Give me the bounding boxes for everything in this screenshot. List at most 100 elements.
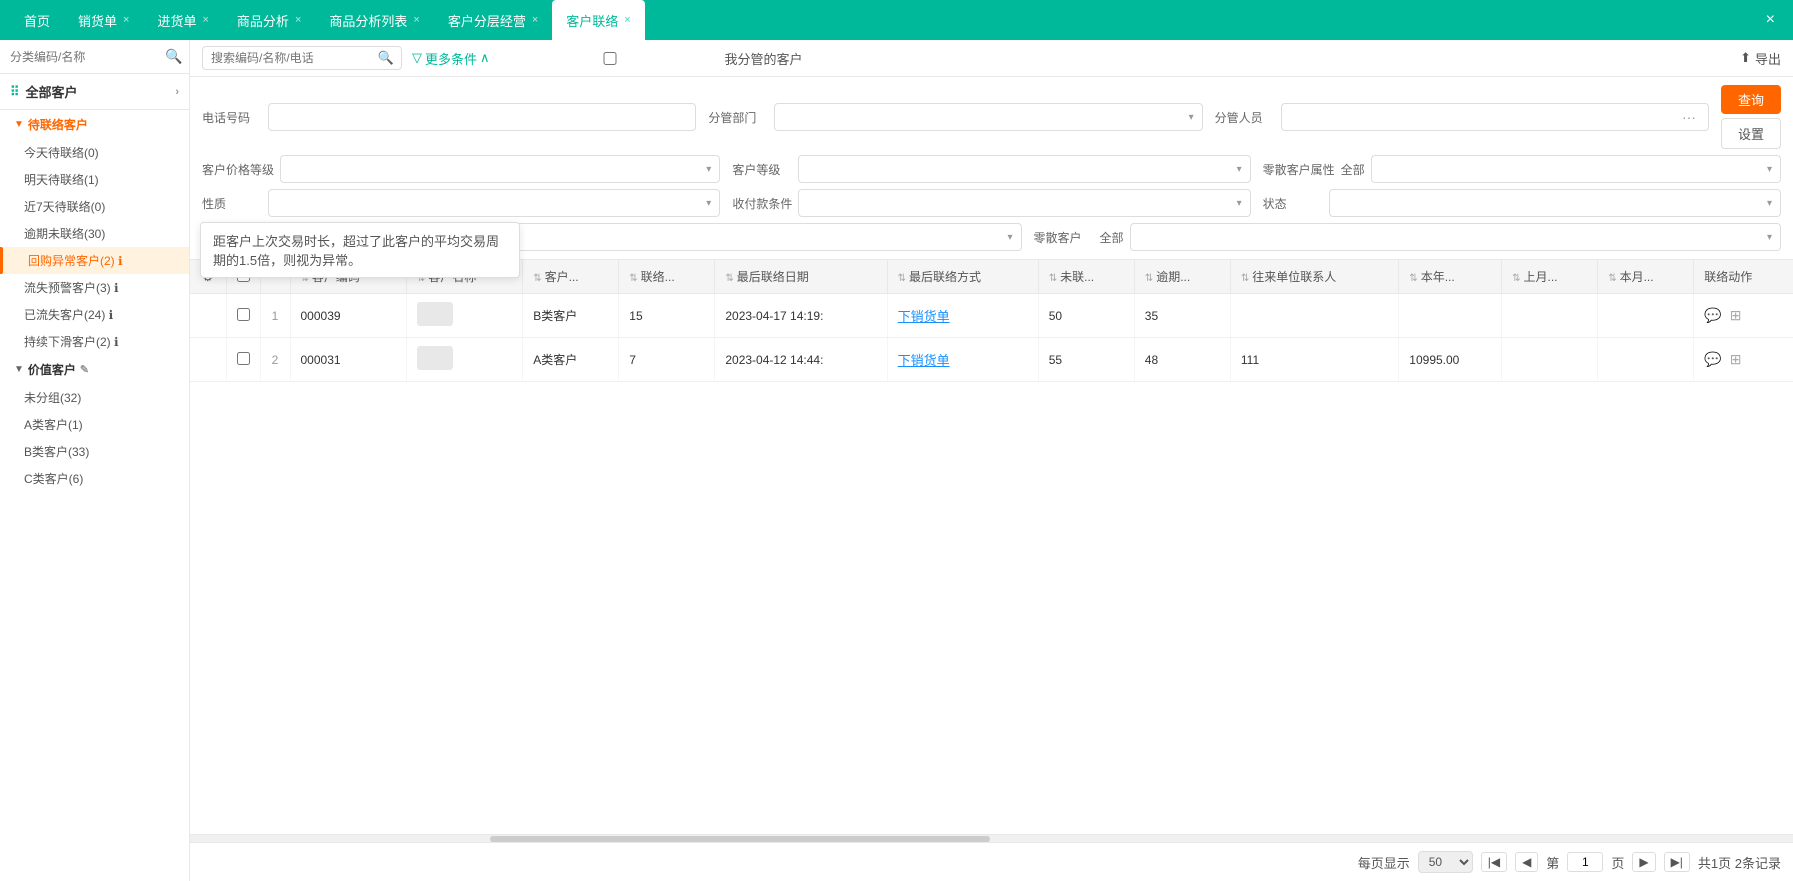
nav-product-analysis-list[interactable]: 商品分析列表 ×: [315, 0, 433, 40]
td-last-contact-method-1[interactable]: 下销货单: [887, 294, 1038, 338]
sidebar-item-churn-warning[interactable]: 流失预警客户(3) ℹ: [0, 274, 189, 301]
last-page-button[interactable]: ▶|: [1664, 852, 1690, 872]
sidebar-subgroup-value-customers[interactable]: ▼ 价值客户 ✎: [0, 355, 189, 384]
row-checkbox-2[interactable]: [237, 352, 250, 365]
nav-home[interactable]: 首页: [10, 0, 64, 40]
department-select[interactable]: ▾: [774, 103, 1202, 131]
th-last-month[interactable]: ⇅上月...: [1502, 260, 1598, 294]
retail-customer-select[interactable]: ▾: [1130, 223, 1781, 251]
close-product-analysis-list-icon[interactable]: ×: [413, 14, 419, 26]
nav-sales[interactable]: 销货单 ×: [64, 0, 143, 40]
main-search-input[interactable]: [202, 46, 402, 70]
sidebar-item-class-a[interactable]: A类客户(1): [0, 411, 189, 438]
td-last-contact-date-2: 2023-04-12 14:44:: [715, 338, 887, 382]
sidebar-item-class-c[interactable]: C类客户(6): [0, 465, 189, 492]
sidebar-item-class-b[interactable]: B类客户(33): [0, 438, 189, 465]
sidebar-item-tomorrow[interactable]: 明天待联络(1): [0, 166, 189, 193]
scrollbar-thumb[interactable]: [490, 836, 990, 842]
td-code-2: 000031: [290, 338, 406, 382]
nature-select[interactable]: ▾: [268, 189, 720, 217]
price-grade-select[interactable]: ▾: [280, 155, 720, 183]
td-category-2: A类客户: [523, 338, 619, 382]
my-customers-checkbox[interactable]: [500, 52, 720, 65]
price-grade-label: 客户价格等级: [202, 161, 274, 178]
all-customers-header[interactable]: ⠿ 全部客户 ›: [0, 74, 189, 110]
th-this-year[interactable]: ⇅本年...: [1399, 260, 1502, 294]
sidebar-item-today[interactable]: 今天待联络(0): [0, 139, 189, 166]
phone-input[interactable]: [268, 103, 696, 131]
customer-avatar-1: [417, 302, 453, 326]
nav-purchase[interactable]: 进货单 ×: [143, 0, 222, 40]
main-search-icon[interactable]: 🔍: [378, 50, 394, 66]
th-no-contact[interactable]: ⇅未联...: [1038, 260, 1134, 294]
customer-grade-label: 客户等级: [732, 161, 792, 178]
filter-icon: ▽: [412, 50, 422, 66]
td-last-contact-method-2[interactable]: 下销货单: [887, 338, 1038, 382]
nav-customer-contact[interactable]: 客户联络 ×: [552, 0, 644, 40]
th-last-contact-method[interactable]: ⇅最后联络方式: [887, 260, 1038, 294]
sidebar-item-churned[interactable]: 已流失客户(24) ℹ: [0, 301, 189, 328]
close-customer-tier-icon[interactable]: ×: [532, 14, 538, 26]
horizontal-scrollbar[interactable]: [190, 834, 1793, 842]
sidebar-item-overdue[interactable]: 逾期未联络(30): [0, 220, 189, 247]
filter-cell-retail-customer: 零散客户 全部 ▾: [1034, 223, 1782, 251]
arrow-down-icon2: ▼: [14, 364, 24, 375]
close-product-analysis-icon[interactable]: ×: [295, 14, 301, 26]
chat-icon-2[interactable]: 💬: [1704, 351, 1721, 368]
customer-grade-select[interactable]: ▾: [798, 155, 1250, 183]
window-close-button[interactable]: ×: [1758, 11, 1783, 29]
row-checkbox-1[interactable]: [237, 308, 250, 321]
close-sales-icon[interactable]: ×: [123, 14, 129, 26]
th-overdue[interactable]: ⇅逾期...: [1134, 260, 1230, 294]
status-select[interactable]: ▾: [1329, 189, 1781, 217]
filter-row-1: 电话号码 分管部门 ▾ 分管人员 ···: [202, 85, 1781, 149]
next-page-button[interactable]: ▶: [1632, 852, 1655, 872]
nav-customer-tier[interactable]: 客户分层经营 ×: [434, 0, 552, 40]
customer-type-chevron-icon: ▾: [1007, 232, 1012, 243]
sidebar-item-7days[interactable]: 近7天待联络(0): [0, 193, 189, 220]
more-conditions-button[interactable]: ▽ 更多条件 ∧: [412, 49, 490, 68]
page-number-input[interactable]: [1567, 852, 1603, 872]
manager-dots-icon[interactable]: ···: [1678, 109, 1700, 125]
grid-action-icon-2[interactable]: ⊞: [1730, 351, 1742, 368]
prev-page-button[interactable]: ◀: [1515, 852, 1538, 872]
th-past-contacts[interactable]: ⇅往来单位联系人: [1230, 260, 1398, 294]
filter-cell-retail-attr: 零散客户属性 全部 ▾: [1263, 155, 1781, 183]
export-button[interactable]: ⬆ 导出: [1740, 49, 1781, 68]
payment-select[interactable]: ▾: [798, 189, 1250, 217]
th-contacts[interactable]: ⇅联络...: [619, 260, 715, 294]
sidebar-collapse-icon[interactable]: ›: [175, 86, 179, 98]
per-page-select[interactable]: 50 20 100: [1418, 851, 1473, 873]
sidebar-item-declining[interactable]: 持续下滑客户(2) ℹ: [0, 328, 189, 355]
action-icons-2: 💬 ⊞: [1704, 351, 1783, 368]
department-label: 分管部门: [708, 109, 768, 126]
td-name-1: [406, 294, 522, 338]
sidebar-group-pending-contact[interactable]: ▼ 待联络客户: [0, 110, 189, 139]
status-chevron-icon: ▾: [1767, 198, 1772, 209]
sidebar-search-icon[interactable]: 🔍: [165, 48, 182, 65]
retail-attr-select[interactable]: ▾: [1371, 155, 1781, 183]
filter-row-2: 客户价格等级 ▾ 客户等级 ▾ 零散客户属性 全部: [202, 155, 1781, 183]
th-category[interactable]: ⇅客户...: [523, 260, 619, 294]
edit-icon[interactable]: ✎: [80, 363, 89, 376]
grid-action-icon-1[interactable]: ⊞: [1730, 307, 1742, 324]
sidebar-item-ungrouped[interactable]: 未分组(32): [0, 384, 189, 411]
td-name-2: [406, 338, 522, 382]
settings-button[interactable]: 设置: [1721, 118, 1781, 149]
chat-icon-1[interactable]: 💬: [1704, 307, 1721, 324]
top-nav: 首页 销货单 × 进货单 × 商品分析 × 商品分析列表 × 客户分层经营 × …: [0, 0, 1793, 40]
nav-product-analysis[interactable]: 商品分析 ×: [223, 0, 315, 40]
td-settings-2: [190, 338, 226, 382]
sidebar-item-repurchase-abnormal[interactable]: 回购异常客户(2) ℹ: [0, 247, 189, 274]
th-last-contact-date[interactable]: ⇅最后联络日期: [715, 260, 887, 294]
manager-select[interactable]: ···: [1281, 103, 1709, 131]
first-page-button[interactable]: |◀: [1481, 852, 1507, 872]
th-this-month[interactable]: ⇅本月...: [1598, 260, 1694, 294]
contact-method-link-1[interactable]: 下销货单: [898, 309, 950, 324]
contact-method-link-2[interactable]: 下销货单: [898, 353, 950, 368]
close-purchase-icon[interactable]: ×: [202, 14, 208, 26]
sidebar-search-input[interactable]: [10, 50, 165, 64]
query-button[interactable]: 查询: [1721, 85, 1781, 114]
close-customer-contact-icon[interactable]: ×: [624, 14, 630, 26]
page-label: 第: [1546, 853, 1559, 872]
